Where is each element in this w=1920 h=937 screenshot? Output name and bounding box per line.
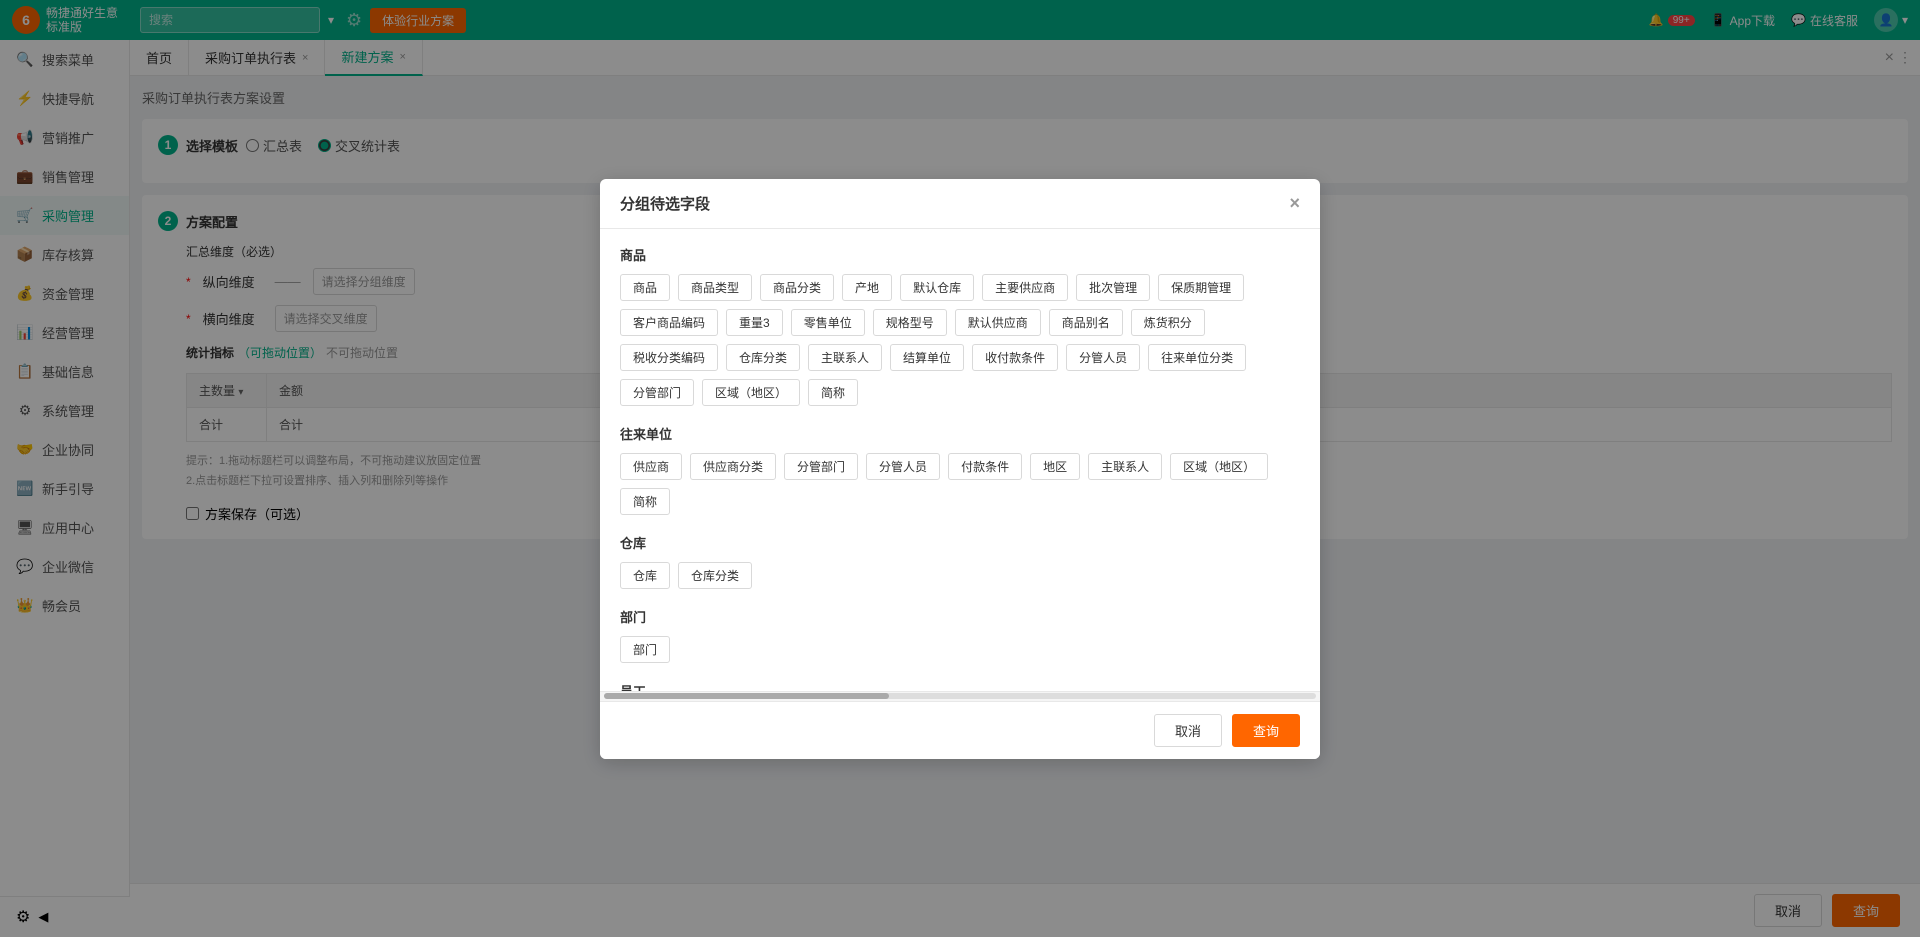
field-section-4: 员工业务员	[620, 681, 1300, 692]
field-section-title-4: 员工	[620, 681, 1300, 692]
modal-title: 分组待选字段	[620, 193, 710, 214]
modal-footer: 取消 查询	[600, 701, 1320, 759]
field-tag-0-13[interactable]: 商品别名	[1049, 309, 1123, 336]
modal-overlay: 分组待选字段 × 商品商品商品类型商品分类产地默认仓库主要供应商批次管理保质期管…	[0, 0, 1920, 937]
field-tag-0-8[interactable]: 客户商品编码	[620, 309, 718, 336]
modal-body: 商品商品商品类型商品分类产地默认仓库主要供应商批次管理保质期管理客户商品编码重量…	[600, 229, 1320, 692]
field-tag-0-14[interactable]: 炼货积分	[1131, 309, 1205, 336]
field-tag-2-0[interactable]: 仓库	[620, 562, 670, 589]
field-section-3: 部门部门	[620, 607, 1300, 663]
field-section-title-2: 仓库	[620, 533, 1300, 552]
field-tag-1-2[interactable]: 分管部门	[784, 453, 858, 480]
field-tag-0-20[interactable]: 分管人员	[1066, 344, 1140, 371]
field-tag-0-16[interactable]: 仓库分类	[726, 344, 800, 371]
field-tag-0-0[interactable]: 商品	[620, 274, 670, 301]
field-section-0: 商品商品商品类型商品分类产地默认仓库主要供应商批次管理保质期管理客户商品编码重量…	[620, 245, 1300, 406]
field-tag-0-5[interactable]: 主要供应商	[982, 274, 1068, 301]
field-section-title-3: 部门	[620, 607, 1300, 626]
field-tag-0-18[interactable]: 结算单位	[890, 344, 964, 371]
modal-scroll-bottom	[600, 691, 1320, 700]
field-section-1: 往来单位供应商供应商分类分管部门分管人员付款条件地区主联系人区域（地区） 简称	[620, 424, 1300, 515]
field-tag-0-15[interactable]: 税收分类编码	[620, 344, 718, 371]
field-section-2: 仓库仓库仓库分类	[620, 533, 1300, 589]
field-tag-1-3[interactable]: 分管人员	[866, 453, 940, 480]
field-tag-0-21[interactable]: 往来单位分类	[1148, 344, 1246, 371]
field-tag-0-9[interactable]: 重量3	[726, 309, 783, 336]
field-tag-1-6[interactable]: 主联系人	[1088, 453, 1162, 480]
field-tag-1-7[interactable]: 区域（地区）	[1170, 453, 1268, 480]
modal: 分组待选字段 × 商品商品商品类型商品分类产地默认仓库主要供应商批次管理保质期管…	[600, 179, 1320, 759]
modal-confirm-button[interactable]: 查询	[1232, 714, 1300, 747]
modal-header: 分组待选字段 ×	[600, 179, 1320, 229]
field-tag-0-3[interactable]: 产地	[842, 274, 892, 301]
field-section-title-0: 商品	[620, 245, 1300, 264]
field-tag-0-11[interactable]: 规格型号	[873, 309, 947, 336]
modal-scroll-track[interactable]	[604, 693, 1316, 699]
field-tag-0-7[interactable]: 保质期管理	[1158, 274, 1244, 301]
field-tag-0-17[interactable]: 主联系人	[808, 344, 882, 371]
field-section-title-1: 往来单位	[620, 424, 1300, 443]
field-tag-0-10[interactable]: 零售单位	[791, 309, 865, 336]
field-tags-0: 商品商品类型商品分类产地默认仓库主要供应商批次管理保质期管理客户商品编码重量3 零…	[620, 274, 1300, 406]
field-tag-3-0[interactable]: 部门	[620, 636, 670, 663]
field-tag-1-4[interactable]: 付款条件	[948, 453, 1022, 480]
scroll-thumb	[604, 693, 889, 699]
field-tag-0-23[interactable]: 区域（地区）	[702, 379, 800, 406]
field-tag-1-1[interactable]: 供应商分类	[690, 453, 776, 480]
field-tag-2-1[interactable]: 仓库分类	[678, 562, 752, 589]
field-tag-1-8[interactable]: 简称	[620, 488, 670, 515]
field-tag-1-0[interactable]: 供应商	[620, 453, 682, 480]
field-tags-1: 供应商供应商分类分管部门分管人员付款条件地区主联系人区域（地区） 简称	[620, 453, 1300, 515]
field-tags-3: 部门	[620, 636, 1300, 663]
field-tag-0-22[interactable]: 分管部门	[620, 379, 694, 406]
modal-close-button[interactable]: ×	[1289, 194, 1300, 212]
field-tag-0-4[interactable]: 默认仓库	[900, 274, 974, 301]
field-tag-1-5[interactable]: 地区	[1030, 453, 1080, 480]
field-tag-0-24[interactable]: 简称	[808, 379, 858, 406]
modal-cancel-button[interactable]: 取消	[1154, 714, 1222, 747]
field-tag-0-1[interactable]: 商品类型	[678, 274, 752, 301]
field-tag-0-6[interactable]: 批次管理	[1076, 274, 1150, 301]
field-tags-2: 仓库仓库分类	[620, 562, 1300, 589]
field-tag-0-19[interactable]: 收付款条件	[972, 344, 1058, 371]
field-tag-0-12[interactable]: 默认供应商	[955, 309, 1041, 336]
field-tag-0-2[interactable]: 商品分类	[760, 274, 834, 301]
